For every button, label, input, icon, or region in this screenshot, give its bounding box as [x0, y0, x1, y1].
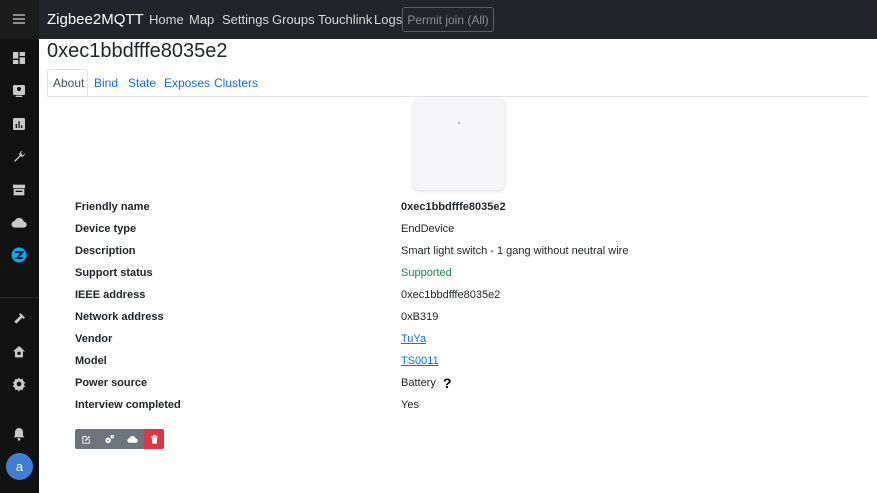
vendor-link[interactable]: TuYa — [401, 333, 426, 345]
info-row-description: Description Smart light switch - 1 gang … — [75, 245, 855, 267]
info-row-model: Model TS0011 — [75, 355, 855, 377]
info-label: Model — [75, 355, 107, 367]
tab-clusters[interactable]: Clusters — [214, 76, 258, 90]
energy-icon[interactable] — [9, 81, 29, 101]
info-label: Vendor — [75, 333, 113, 345]
top-navbar: Zigbee2MQTT Home Map Settings Groups Tou… — [39, 0, 877, 39]
nav-settings[interactable]: Settings — [222, 12, 269, 27]
info-row-vendor: Vendor TuYa — [75, 333, 855, 355]
supervisor-icon[interactable] — [9, 342, 29, 362]
model-link[interactable]: TS0011 — [401, 355, 439, 367]
info-label: Power source — [75, 377, 148, 389]
info-label: Interview completed — [75, 399, 181, 411]
sidebar-divider — [0, 297, 39, 298]
delete-button[interactable] — [144, 429, 164, 449]
edit-icon — [82, 435, 91, 444]
info-row-ieee-address: IEEE address 0xec1bbdfffe8035e2 — [75, 289, 855, 311]
brand-title[interactable]: Zigbee2MQTT — [47, 11, 144, 28]
info-value: 0xec1bbdfffe8035e2 — [401, 201, 506, 213]
device-tabs: About Bind State Exposes Clusters — [47, 69, 868, 97]
nav-map[interactable]: Map — [189, 12, 214, 27]
delete-icon — [150, 434, 158, 444]
page-title: 0xec1bbdfffe8035e2 — [47, 40, 228, 62]
info-value: Smart light switch - 1 gang without neut… — [401, 245, 629, 257]
question-icon[interactable]: ? — [443, 375, 452, 391]
nav-home[interactable]: Home — [149, 12, 184, 27]
menu-button[interactable] — [0, 0, 39, 39]
nav-logs[interactable]: Logs — [374, 12, 402, 27]
hacs-icon[interactable] — [9, 180, 29, 200]
info-row-device-type: Device type EndDevice — [75, 223, 855, 245]
info-value: Yes — [401, 399, 419, 411]
zigbee2mqtt-icon[interactable] — [9, 245, 29, 265]
info-label: Support status — [75, 267, 153, 279]
tab-state[interactable]: State — [128, 76, 156, 90]
hammer-icon[interactable] — [9, 309, 29, 329]
wrench-icon[interactable] — [9, 147, 29, 167]
configure-button[interactable] — [98, 429, 121, 449]
tab-about[interactable]: About — [53, 76, 84, 90]
tab-exposes[interactable]: Exposes — [164, 76, 210, 90]
history-icon[interactable] — [9, 114, 29, 134]
info-row-support-status: Support status Supported — [75, 267, 855, 289]
status-badge: Supported — [401, 267, 452, 279]
menu-icon — [9, 9, 29, 29]
info-label: Network address — [75, 311, 164, 323]
info-value: Battery — [401, 377, 436, 389]
info-row-interview-completed: Interview completed Yes — [75, 399, 855, 421]
avatar[interactable]: a — [6, 453, 33, 480]
configure-icon — [105, 434, 115, 443]
info-label: Friendly name — [75, 201, 150, 213]
rename-button[interactable] — [75, 429, 98, 449]
nav-groups[interactable]: Groups — [272, 12, 315, 27]
info-value: 0xec1bbdfffe8035e2 — [401, 289, 501, 301]
info-row-network-address: Network address 0xB319 — [75, 311, 855, 333]
permit-join-button[interactable]: Permit join (All) — [402, 7, 494, 32]
settings-icon[interactable] — [9, 374, 29, 394]
tab-bind[interactable]: Bind — [94, 76, 118, 90]
device-actions — [75, 429, 164, 449]
ota-icon — [127, 435, 138, 443]
info-value: EndDevice — [401, 223, 455, 235]
info-row-friendly-name: Friendly name 0xec1bbdfffe8035e2 — [75, 201, 855, 223]
nav-touchlink[interactable]: Touchlink — [318, 12, 372, 27]
cloud-icon[interactable] — [9, 213, 29, 233]
notifications-icon[interactable] — [9, 424, 29, 444]
ota-button[interactable] — [121, 429, 144, 449]
info-value: 0xB319 — [401, 311, 439, 323]
device-image-led — [458, 122, 460, 124]
info-label: IEEE address — [75, 289, 146, 301]
ha-sidebar: a — [0, 0, 39, 493]
info-label: Device type — [75, 223, 137, 235]
dashboard-icon[interactable] — [9, 48, 29, 68]
info-row-power-source: Power source Battery ? — [75, 375, 855, 399]
device-image — [413, 98, 505, 190]
info-label: Description — [75, 245, 136, 257]
